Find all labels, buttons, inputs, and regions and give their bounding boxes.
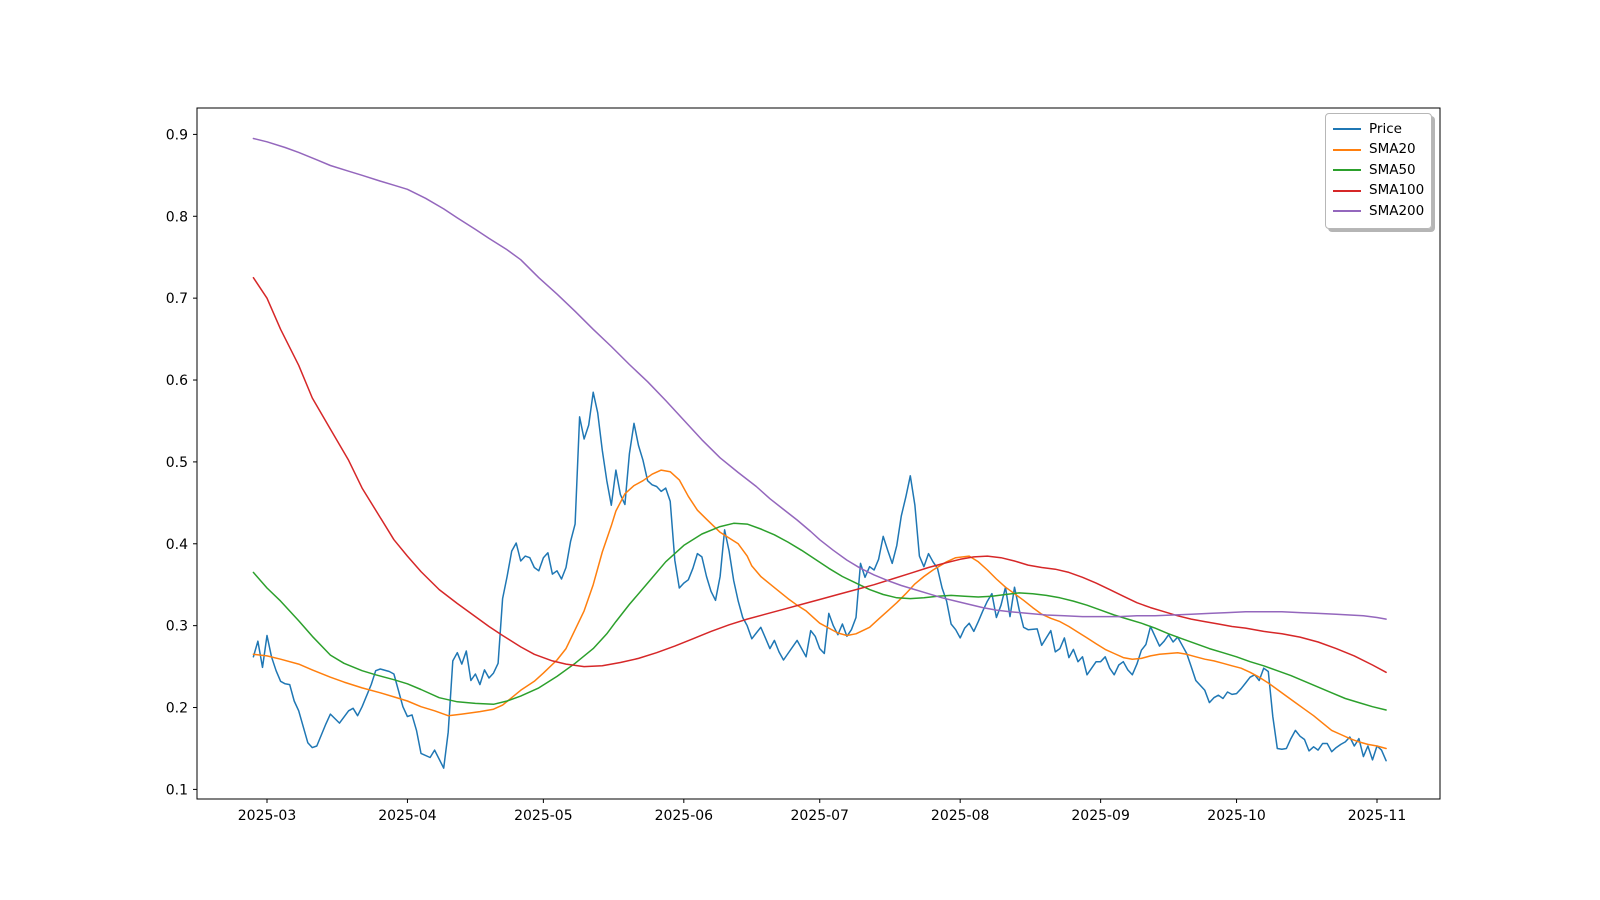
legend-label-sma200: SMA200 [1369, 202, 1425, 219]
legend-entry-sma200: SMA200 [1333, 201, 1424, 222]
y-tick-label: 0.1 [166, 782, 188, 798]
y-tick-label: 0.9 [166, 127, 188, 143]
x-tick-label: 2025-03 [238, 808, 297, 824]
legend-line-sample-sma50 [1333, 169, 1361, 172]
x-tick-label: 2025-04 [378, 808, 437, 824]
x-tick-label: 2025-05 [514, 808, 573, 824]
legend-line-sample-sma200 [1333, 210, 1361, 213]
x-tick-label: 2025-11 [1348, 808, 1407, 824]
legend-entry-price: Price [1333, 119, 1424, 140]
legend-line-sample-sma20 [1333, 148, 1361, 151]
legend-label-sma20: SMA20 [1369, 141, 1416, 157]
chart-legend: Price SMA20 SMA50 SMA100 SMA200 [1325, 113, 1432, 229]
legend-label-price: Price [1369, 120, 1402, 137]
y-tick-label: 0.3 [166, 619, 188, 635]
legend-line-sample-price [1333, 128, 1361, 131]
legend-entry-sma20: SMA20 [1333, 140, 1424, 161]
y-tick-label: 0.7 [166, 291, 188, 307]
legend-entry-sma100: SMA100 [1333, 181, 1424, 202]
y-tick-label: 0.5 [166, 455, 188, 471]
legend-line-sample-sma100 [1333, 189, 1361, 192]
chart-figure: 2025-03 2025-04 2025-05 2025-06 2025-07 2025-… [0, 0, 1600, 900]
y-tick-label: 0.8 [166, 209, 188, 225]
series-line-sma20 [252, 469, 1387, 750]
series-line-sma50 [252, 522, 1387, 711]
axes-frame [196, 107, 1441, 800]
x-tick-label: 2025-07 [790, 808, 849, 824]
series-line-price [252, 391, 1387, 769]
legend-label-sma100: SMA100 [1369, 182, 1425, 198]
series-line-sma200 [252, 137, 1387, 620]
y-tick-label: 0.6 [166, 373, 188, 389]
x-tick-label: 2025-10 [1207, 808, 1266, 824]
x-tick-label: 2025-06 [655, 808, 714, 824]
legend-entry-sma50: SMA50 [1333, 160, 1424, 181]
y-tick-label: 0.2 [166, 701, 188, 717]
y-tick-label: 0.4 [166, 537, 188, 553]
x-tick-label: 2025-08 [931, 808, 990, 824]
legend-label-sma50: SMA50 [1369, 161, 1416, 178]
x-tick-label: 2025-09 [1071, 808, 1130, 824]
